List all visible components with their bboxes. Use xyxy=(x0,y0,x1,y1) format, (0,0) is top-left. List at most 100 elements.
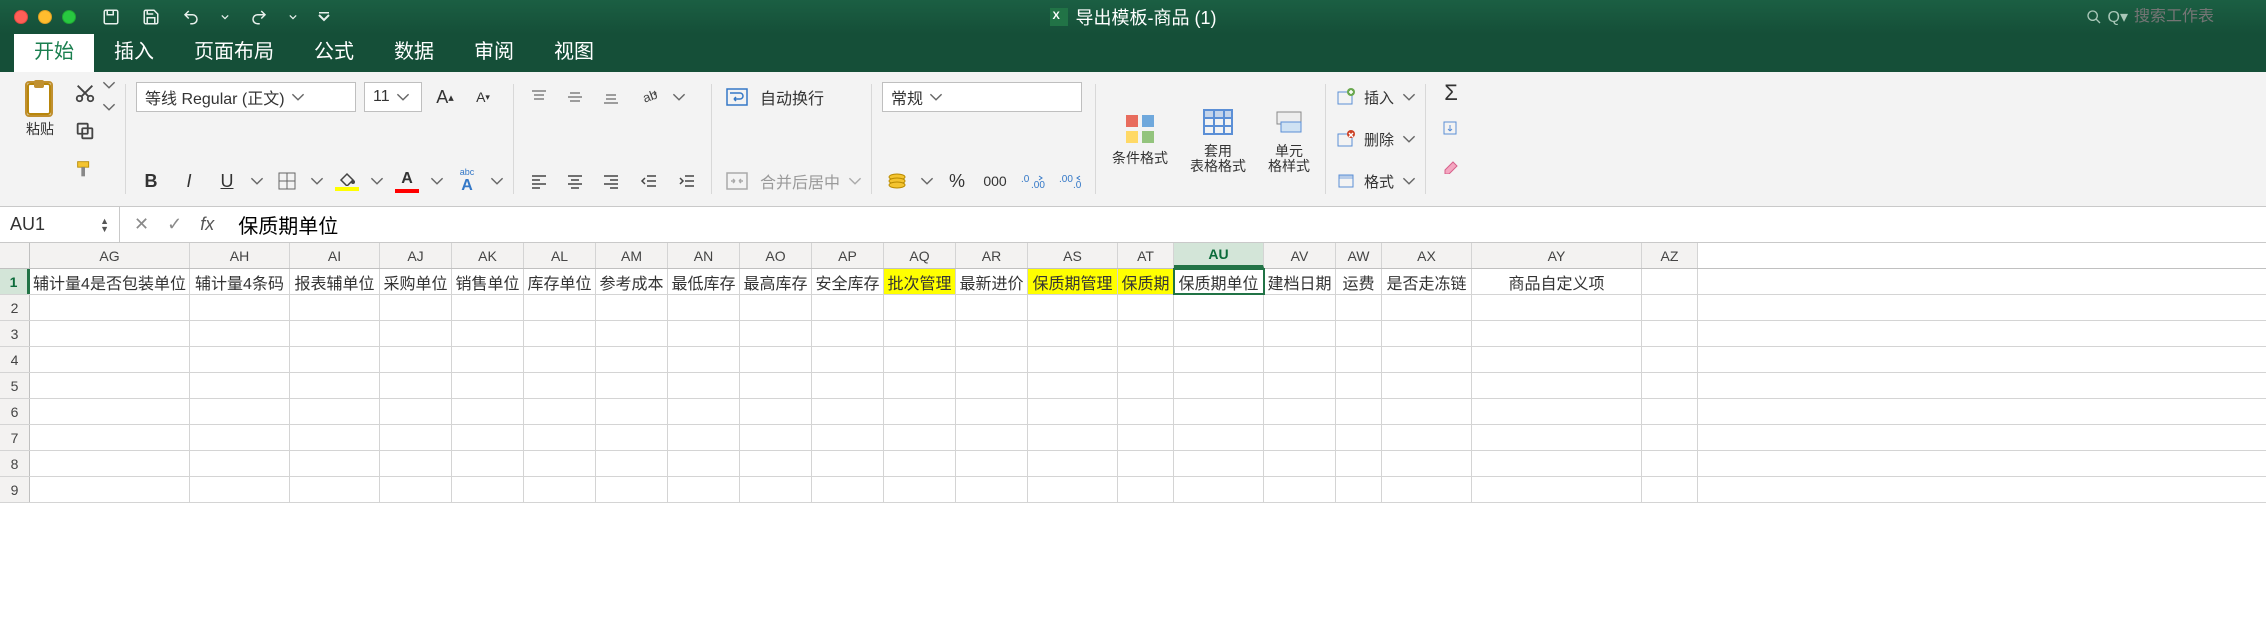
cell-AS2[interactable] xyxy=(1028,295,1118,320)
italic-button[interactable]: I xyxy=(174,166,204,196)
cell-AK7[interactable] xyxy=(452,425,524,450)
cell-AS8[interactable] xyxy=(1028,451,1118,476)
cell-AY2[interactable] xyxy=(1472,295,1642,320)
cell-AK8[interactable] xyxy=(452,451,524,476)
cell-AI9[interactable] xyxy=(290,477,380,502)
cell-AW8[interactable] xyxy=(1336,451,1382,476)
phonetic-dd-icon[interactable] xyxy=(490,174,504,188)
cell-AY8[interactable] xyxy=(1472,451,1642,476)
cell-AJ6[interactable] xyxy=(380,399,452,424)
cell-AX5[interactable] xyxy=(1382,373,1472,398)
autosave-icon[interactable] xyxy=(100,6,122,28)
cell-AH7[interactable] xyxy=(190,425,290,450)
cell-AP5[interactable] xyxy=(812,373,884,398)
cell-AS9[interactable] xyxy=(1028,477,1118,502)
merge-dd-icon[interactable] xyxy=(848,174,862,188)
cell-AV1[interactable]: 建档日期 xyxy=(1264,269,1336,294)
cell-AL5[interactable] xyxy=(524,373,596,398)
comma-button[interactable]: 000 xyxy=(980,166,1010,196)
cell-AL3[interactable] xyxy=(524,321,596,346)
cell-AT2[interactable] xyxy=(1118,295,1174,320)
cell-AR7[interactable] xyxy=(956,425,1028,450)
cell-AM9[interactable] xyxy=(596,477,668,502)
cell-AN4[interactable] xyxy=(668,347,740,372)
increase-decimal-button[interactable]: .0.00 xyxy=(1018,166,1048,196)
underline-dd-icon[interactable] xyxy=(250,174,264,188)
cut-dropdown-icon[interactable] xyxy=(102,78,116,92)
select-all-corner[interactable] xyxy=(0,243,30,268)
cell-AW1[interactable]: 运费 xyxy=(1336,269,1382,294)
row-header-1[interactable]: 1 xyxy=(0,269,30,294)
cell-AS4[interactable] xyxy=(1028,347,1118,372)
column-header-AS[interactable]: AS xyxy=(1028,243,1118,268)
cell-AX6[interactable] xyxy=(1382,399,1472,424)
cell-AR2[interactable] xyxy=(956,295,1028,320)
cell-AW6[interactable] xyxy=(1336,399,1382,424)
cell-AL4[interactable] xyxy=(524,347,596,372)
align-top-button[interactable] xyxy=(524,82,554,112)
column-header-AV[interactable]: AV xyxy=(1264,243,1336,268)
increase-indent-button[interactable] xyxy=(672,166,702,196)
cell-AO6[interactable] xyxy=(740,399,812,424)
cell-AZ7[interactable] xyxy=(1642,425,1698,450)
customize-qat-icon[interactable] xyxy=(316,6,332,28)
cell-AQ9[interactable] xyxy=(884,477,956,502)
cell-AS1[interactable]: 保质期管理 xyxy=(1028,269,1118,294)
cell-AO2[interactable] xyxy=(740,295,812,320)
table-format-button[interactable]: 套用 表格格式 xyxy=(1184,104,1252,175)
percent-button[interactable]: % xyxy=(942,166,972,196)
column-header-AG[interactable]: AG xyxy=(30,243,190,268)
cell-AG7[interactable] xyxy=(30,425,190,450)
cell-AK2[interactable] xyxy=(452,295,524,320)
column-header-AN[interactable]: AN xyxy=(668,243,740,268)
cell-AL6[interactable] xyxy=(524,399,596,424)
cell-AZ6[interactable] xyxy=(1642,399,1698,424)
row-header-5[interactable]: 5 xyxy=(0,373,30,398)
cell-AI2[interactable] xyxy=(290,295,380,320)
cell-AT4[interactable] xyxy=(1118,347,1174,372)
cell-AH2[interactable] xyxy=(190,295,290,320)
autosum-button[interactable]: Σ xyxy=(1436,78,1466,108)
cell-AO3[interactable] xyxy=(740,321,812,346)
cell-AY5[interactable] xyxy=(1472,373,1642,398)
undo-dropdown-icon[interactable] xyxy=(220,6,230,28)
cell-AU6[interactable] xyxy=(1174,399,1264,424)
cell-AZ9[interactable] xyxy=(1642,477,1698,502)
cancel-formula-icon[interactable]: ✕ xyxy=(134,214,149,235)
cell-AU5[interactable] xyxy=(1174,373,1264,398)
cell-AG5[interactable] xyxy=(30,373,190,398)
cell-AO1[interactable]: 最高库存 xyxy=(740,269,812,294)
cell-AR8[interactable] xyxy=(956,451,1028,476)
cell-AL7[interactable] xyxy=(524,425,596,450)
cell-AV4[interactable] xyxy=(1264,347,1336,372)
fx-icon[interactable]: fx xyxy=(200,214,214,235)
cell-AM7[interactable] xyxy=(596,425,668,450)
cell-AR6[interactable] xyxy=(956,399,1028,424)
cell-AU7[interactable] xyxy=(1174,425,1264,450)
cell-AK3[interactable] xyxy=(452,321,524,346)
cell-AQ1[interactable]: 批次管理 xyxy=(884,269,956,294)
column-header-AZ[interactable]: AZ xyxy=(1642,243,1698,268)
cell-AJ3[interactable] xyxy=(380,321,452,346)
cell-AT5[interactable] xyxy=(1118,373,1174,398)
cell-AP7[interactable] xyxy=(812,425,884,450)
column-header-AX[interactable]: AX xyxy=(1382,243,1472,268)
cell-AZ4[interactable] xyxy=(1642,347,1698,372)
cell-AJ9[interactable] xyxy=(380,477,452,502)
fullscreen-window-button[interactable] xyxy=(62,10,76,24)
fontcolor-dd-icon[interactable] xyxy=(430,174,444,188)
cell-AS5[interactable] xyxy=(1028,373,1118,398)
row-header-7[interactable]: 7 xyxy=(0,425,30,450)
cell-AH8[interactable] xyxy=(190,451,290,476)
cell-AY4[interactable] xyxy=(1472,347,1642,372)
cell-AM4[interactable] xyxy=(596,347,668,372)
align-middle-button[interactable] xyxy=(560,82,590,112)
row-header-8[interactable]: 8 xyxy=(0,451,30,476)
cell-AW9[interactable] xyxy=(1336,477,1382,502)
fill-color-button[interactable] xyxy=(332,166,362,196)
cell-AX3[interactable] xyxy=(1382,321,1472,346)
cell-AM2[interactable] xyxy=(596,295,668,320)
fill-down-button[interactable] xyxy=(1436,114,1466,144)
conditional-format-button[interactable]: 条件格式 xyxy=(1106,111,1174,166)
cell-AR9[interactable] xyxy=(956,477,1028,502)
